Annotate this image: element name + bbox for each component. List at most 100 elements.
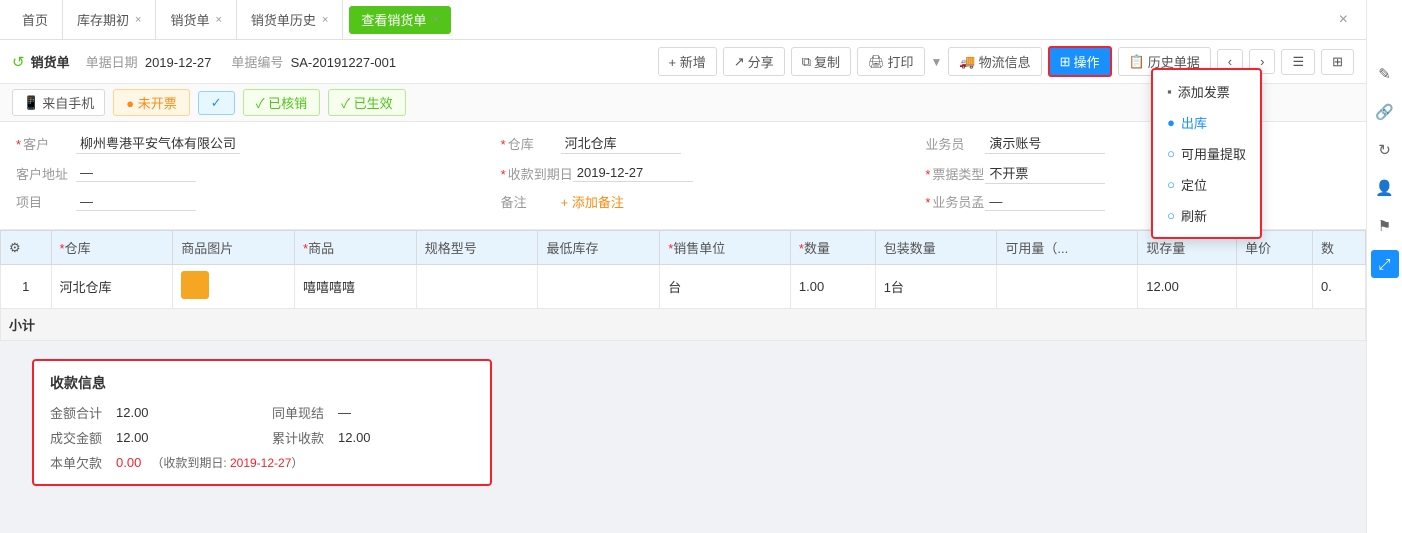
cancelled-button[interactable]: ✓ 已核销 — [243, 89, 321, 116]
copy-button[interactable]: ⧉ 复制 — [791, 47, 851, 76]
side-refresh-icon[interactable]: ↻ — [1371, 136, 1399, 164]
row-unit: 台 — [660, 265, 791, 309]
operation-button[interactable]: ⊞ 操作 — [1048, 46, 1112, 77]
col-settings[interactable]: ⚙ — [1, 231, 52, 265]
duedate-field: 收款到期日 2019-12-27 — [501, 164, 926, 183]
check-icon: ✓ — [256, 96, 265, 111]
tab-home[interactable]: 首页 — [8, 0, 63, 39]
share-button[interactable]: ↗ 分享 — [723, 47, 785, 76]
tab-inventory-label: 库存期初 — [77, 10, 129, 29]
owed-value: 0.00 — [116, 455, 141, 470]
ticket-icon: ● — [126, 96, 134, 111]
side-edit-icon[interactable]: ✎ — [1371, 60, 1399, 88]
dropdown-locate[interactable]: ○ 定位 — [1153, 169, 1260, 200]
close-all-icon[interactable]: × — [1329, 11, 1358, 29]
salesman-value: — — [985, 193, 1105, 211]
add-invoice-label: 添加发票 — [1178, 82, 1230, 101]
col-available: 可用量（... — [997, 231, 1138, 265]
row-num: 1 — [1, 265, 52, 309]
number-meta: 单据编号 SA-20191227-001 — [231, 52, 396, 71]
invoice-icon: ▪ — [1167, 84, 1172, 99]
summary-cumulative: 累计收款 12.00 — [272, 428, 474, 447]
date-meta: 单据日期 2019-12-27 — [86, 52, 212, 71]
tab-history-close[interactable]: × — [322, 14, 328, 26]
dropdown-add-invoice[interactable]: ▪ 添加发票 — [1153, 76, 1260, 107]
locate-label: 定位 — [1181, 175, 1207, 194]
staff-value: 演示账号 — [985, 132, 1105, 154]
dropdown-available-qty[interactable]: ○ 可用量提取 — [1153, 138, 1260, 169]
logistics-button[interactable]: 🚚 物流信息 — [948, 47, 1041, 76]
staff-field: 业务员 演示账号 — [925, 132, 1350, 154]
customer-value[interactable]: 柳州粤港平安气体有限公司 — [76, 132, 240, 154]
locate-icon: ○ — [1167, 177, 1175, 192]
form-row-1: 客户 柳州粤港平安气体有限公司 仓库 河北仓库 业务员 演示账号 — [16, 132, 1350, 154]
effective-button[interactable]: ✓ 已生效 — [328, 89, 406, 116]
row-price — [1237, 265, 1313, 309]
outbound-label: 出库 — [1181, 113, 1207, 132]
cumulative-label: 累计收款 — [272, 428, 332, 447]
new-button[interactable]: + 新增 — [658, 47, 717, 76]
summary-deal-amount: 成交金额 12.00 — [50, 428, 252, 447]
summary-owed: 本单欠款 0.00 （收款到期日: 2019-12-27） — [50, 453, 474, 472]
project-value: — — [76, 193, 196, 211]
from-phone-button[interactable]: 📱 来自手机 — [12, 89, 105, 116]
tab-view-sales-label: 查看销货单 — [361, 10, 426, 29]
tab-inventory-start[interactable]: 库存期初 × — [63, 0, 156, 39]
side-panel: ✎ 🔗 ↻ 👤 ⚑ ⤢ — [1366, 0, 1402, 533]
side-expand-icon[interactable]: ⤢ — [1371, 250, 1399, 278]
logistics-icon: 🚚 — [959, 54, 975, 70]
row-stock: 12.00 — [1138, 265, 1237, 309]
confirm-button[interactable]: ✓ — [198, 91, 235, 115]
plus-icon: + — [561, 195, 569, 210]
project-label: 项目 — [16, 192, 76, 211]
tab-inventory-close[interactable]: × — [135, 14, 141, 26]
summary-total: 金额合计 12.00 — [50, 403, 252, 422]
tab-view-sales-close[interactable]: × — [432, 14, 438, 26]
row-pack-qty: 1台 — [875, 265, 997, 309]
ticket-value[interactable]: 不开票 — [985, 162, 1105, 184]
tab-home-label: 首页 — [22, 10, 48, 29]
deal-value: 12.00 — [116, 430, 149, 445]
subtotal-label: 小计 — [1, 309, 1366, 341]
order-table: ⚙ *仓库 商品图片 *商品 规格型号 最低库存 *销售单位 *数量 包装数量 … — [0, 230, 1366, 341]
tab-sales-history[interactable]: 销货单历史 × — [237, 0, 343, 39]
row-qty: 1.00 — [790, 265, 875, 309]
warehouse-field: 仓库 河北仓库 — [501, 132, 926, 154]
dropdown-outbound[interactable]: ● 出库 — [1153, 107, 1260, 138]
tab-sales-close[interactable]: × — [215, 14, 221, 26]
address-value[interactable]: — — [76, 164, 196, 182]
number-value: SA-20191227-001 — [291, 55, 397, 70]
duedate-value[interactable]: 2019-12-27 — [573, 164, 693, 182]
tab-view-sales[interactable]: 查看销货单 × — [349, 6, 450, 34]
side-user-icon[interactable]: 👤 — [1371, 174, 1399, 202]
add-notes-button[interactable]: + 添加备注 — [561, 192, 624, 211]
not-open-button[interactable]: ● 未开票 — [113, 89, 190, 116]
dropdown-refresh[interactable]: ○ 刷新 — [1153, 200, 1260, 231]
view-grid-button[interactable]: ⊞ — [1321, 49, 1354, 75]
subtotal-row: 小计 — [1, 309, 1366, 341]
effective-icon: ✓ — [341, 96, 350, 111]
refresh-icon: ○ — [1167, 208, 1175, 223]
col-qty: *数量 — [790, 231, 875, 265]
side-flag-icon[interactable]: ⚑ — [1371, 212, 1399, 240]
customer-label: 客户 — [16, 134, 76, 153]
available-label: 可用量提取 — [1181, 144, 1246, 163]
table-row: 1 河北仓库 嘻嘻嘻嘻 台 1.00 1台 12.00 0. — [1, 265, 1366, 309]
ticket-label: 票据类型 — [925, 164, 985, 183]
share-icon: ↗ — [734, 54, 745, 70]
summary-same-settle: 同单现结 — — [272, 403, 474, 422]
row-min-stock — [538, 265, 660, 309]
tab-sales-order[interactable]: 销货单 × — [156, 0, 236, 39]
address-field: 客户地址 — — [16, 164, 441, 183]
col-spec: 规格型号 — [416, 231, 538, 265]
print-icon: 🖨 — [868, 54, 885, 70]
doc-icon: ↺ — [12, 53, 25, 71]
view-list-button[interactable]: ☰ — [1281, 49, 1315, 75]
warehouse-value[interactable]: 河北仓库 — [561, 132, 681, 154]
side-link-icon[interactable]: 🔗 — [1371, 98, 1399, 126]
refresh-label: 刷新 — [1181, 206, 1207, 225]
operation-icon: ⊞ — [1060, 54, 1071, 70]
print-button[interactable]: 🖨 打印 — [857, 47, 925, 76]
row-product: 嘻嘻嘻嘻 — [295, 265, 417, 309]
col-product-img: 商品图片 — [173, 231, 295, 265]
